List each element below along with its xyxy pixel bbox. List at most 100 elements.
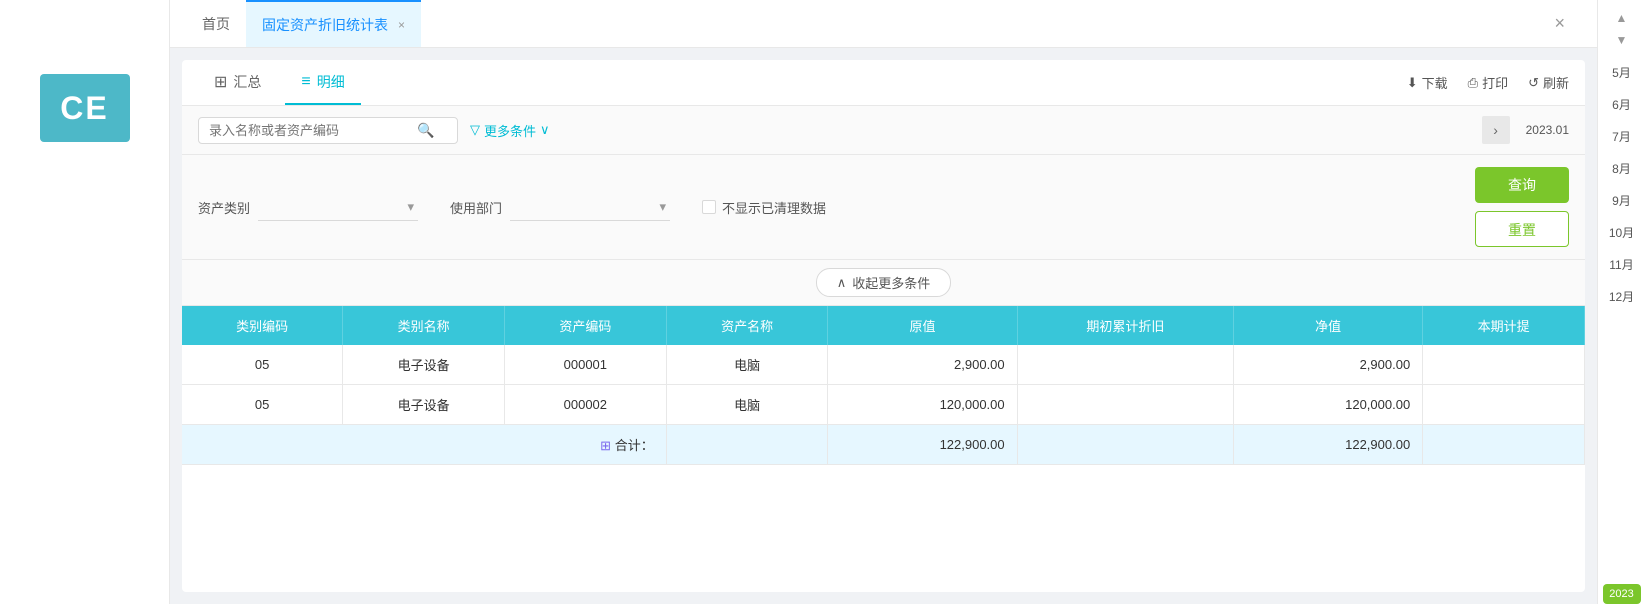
collapse-button[interactable]: ∧ 收起更多条件 [816, 268, 952, 297]
toolbar-actions: ⬇ 下载 ⎙ 打印 ↺ 刷新 [1407, 73, 1569, 92]
nav-tab-fixed-assets[interactable]: 固定资产折旧统计表 × [246, 0, 421, 47]
cell-current-dep [1423, 385, 1585, 425]
summary-accum-dep [1017, 425, 1233, 465]
month-item[interactable]: 8月 [1602, 152, 1642, 184]
filter-icon: ▽ [470, 122, 480, 138]
nav-down-button[interactable]: ▼ [1610, 30, 1634, 50]
month-item[interactable]: 11月 [1602, 248, 1642, 280]
month-list: 5月6月7月8月9月10月11月12月 [1602, 56, 1642, 312]
summary-label: 合计： [615, 438, 654, 453]
asset-type-arrow: ▾ [407, 199, 414, 215]
month-item[interactable]: 5月 [1602, 56, 1642, 88]
search-input[interactable] [209, 123, 409, 138]
print-icon: ⎙ [1468, 75, 1478, 91]
refresh-button[interactable]: ↺ 刷新 [1528, 73, 1569, 92]
month-item[interactable]: 7月 [1602, 120, 1642, 152]
query-button[interactable]: 查询 [1475, 167, 1569, 203]
cell-cat-code: 05 [182, 345, 343, 385]
cell-asset-code: 000002 [504, 385, 666, 425]
more-conditions-button[interactable]: ▽ 更多条件 ∨ [470, 121, 550, 140]
more-conditions-label: 更多条件 [484, 121, 536, 140]
col-asset-name: 资产名称 [666, 306, 828, 345]
logo-box: CE [40, 74, 130, 142]
detail-icon: ≡ [301, 73, 310, 91]
window-close-button[interactable]: × [1538, 13, 1581, 34]
summary-label-cell: ⊞ 合计： [182, 425, 666, 465]
filter-row: 资产类别 ▾ 使用部门 ▾ 不显示已清理数据 [198, 167, 1569, 247]
tab-detail-label: 明细 [317, 72, 345, 92]
tab-summary-label: 汇总 [233, 72, 261, 92]
month-item[interactable]: 6月 [1602, 88, 1642, 120]
cell-cat-code: 05 [182, 385, 343, 425]
collapse-arrow-button[interactable]: › [1482, 116, 1510, 144]
cell-original-value: 120,000.00 [828, 385, 1017, 425]
collapse-label: 收起更多条件 [852, 273, 930, 292]
tab-detail[interactable]: ≡ 明细 [285, 60, 360, 105]
filter-area: 资产类别 ▾ 使用部门 ▾ 不显示已清理数据 [182, 155, 1585, 260]
asset-type-select[interactable]: ▾ [258, 193, 418, 221]
data-table: 类别编码 类别名称 资产编码 资产名称 原值 期初累计折旧 净值 本期计提 05… [182, 306, 1585, 465]
summary-icon: ⊞ [214, 72, 227, 92]
cell-asset-code: 000001 [504, 345, 666, 385]
main-area: 首页 固定资产折旧统计表 × × ⊞ 汇总 ≡ 明细 ⬇ [170, 0, 1597, 604]
cell-current-dep [1423, 345, 1585, 385]
cell-asset-name: 电脑 [666, 345, 828, 385]
table-row: 05 电子设备 000001 电脑 2,900.00 2,900.00 [182, 345, 1585, 385]
cell-net-value: 2,900.00 [1234, 345, 1423, 385]
no-cleared-label: 不显示已清理数据 [722, 198, 826, 217]
print-label: 打印 [1482, 73, 1508, 92]
logo-text: CE [60, 90, 108, 127]
table-container: 类别编码 类别名称 资产编码 资产名称 原值 期初累计折旧 净值 本期计提 05… [182, 306, 1585, 592]
download-label: 下载 [1422, 73, 1448, 92]
col-category-code: 类别编码 [182, 306, 343, 345]
chevron-down-icon: ∨ [540, 122, 550, 138]
summary-row: ⊞ 合计： 122,900.00 122,900.00 [182, 425, 1585, 465]
department-label: 使用部门 [450, 198, 502, 217]
summary-current-dep [1423, 425, 1585, 465]
refresh-icon: ↺ [1528, 75, 1539, 91]
department-arrow: ▾ [660, 199, 667, 215]
col-current-depreciation: 本期计提 [1423, 306, 1585, 345]
cell-cat-name: 电子设备 [343, 385, 505, 425]
summary-empty-name [666, 425, 828, 465]
sub-tabs-bar: ⊞ 汇总 ≡ 明细 ⬇ 下载 ⎙ 打印 ↺ 刷新 [182, 60, 1585, 106]
nav-up-button[interactable]: ▲ [1610, 8, 1634, 28]
filter-asset-type: 资产类别 ▾ [198, 193, 418, 221]
filter-buttons: 查询 重置 [1475, 167, 1569, 247]
search-bar: 🔍 ▽ 更多条件 ∨ › 2023.01 [182, 106, 1585, 155]
sidebar-logo: CE [0, 0, 170, 604]
tab-summary[interactable]: ⊞ 汇总 [198, 60, 277, 105]
nav-tab-close-icon[interactable]: × [398, 18, 405, 32]
download-icon: ⬇ [1407, 75, 1418, 91]
download-button[interactable]: ⬇ 下载 [1407, 73, 1448, 92]
month-item[interactable]: 12月 [1602, 280, 1642, 312]
cell-cat-name: 电子设备 [343, 345, 505, 385]
cell-original-value: 2,900.00 [828, 345, 1017, 385]
col-asset-code: 资产编码 [504, 306, 666, 345]
month-item[interactable]: 10月 [1602, 216, 1642, 248]
search-input-wrap: 🔍 [198, 117, 458, 144]
cell-accum-dep [1017, 345, 1233, 385]
nav-home[interactable]: 首页 [186, 0, 246, 47]
no-cleared-checkbox-item: 不显示已清理数据 [702, 198, 826, 217]
reset-button[interactable]: 重置 [1475, 211, 1569, 247]
cell-accum-dep [1017, 385, 1233, 425]
cell-net-value: 120,000.00 [1234, 385, 1423, 425]
table-body: 05 电子设备 000001 电脑 2,900.00 2,900.00 05 电… [182, 345, 1585, 465]
filter-department: 使用部门 ▾ [450, 193, 670, 221]
month-item[interactable]: 9月 [1602, 184, 1642, 216]
department-select[interactable]: ▾ [510, 193, 670, 221]
year-badge[interactable]: 2023 [1603, 584, 1641, 604]
right-sidebar: ▲ ▼ 5月6月7月8月9月10月11月12月 2023 [1597, 0, 1645, 604]
nav-tab-label: 固定资产折旧统计表 [262, 15, 388, 35]
summary-original-value: 122,900.00 [828, 425, 1017, 465]
col-accumulated-depreciation: 期初累计折旧 [1017, 306, 1233, 345]
table-row: 05 电子设备 000002 电脑 120,000.00 120,000.00 [182, 385, 1585, 425]
nav-arrows: ▲ ▼ [1610, 8, 1634, 50]
cell-asset-name: 电脑 [666, 385, 828, 425]
no-cleared-checkbox[interactable] [702, 200, 716, 214]
search-icon: 🔍 [417, 122, 434, 139]
print-button[interactable]: ⎙ 打印 [1468, 73, 1508, 92]
collapse-bar: ∧ 收起更多条件 [182, 260, 1585, 306]
table-header-row: 类别编码 类别名称 资产编码 资产名称 原值 期初累计折旧 净值 本期计提 [182, 306, 1585, 345]
